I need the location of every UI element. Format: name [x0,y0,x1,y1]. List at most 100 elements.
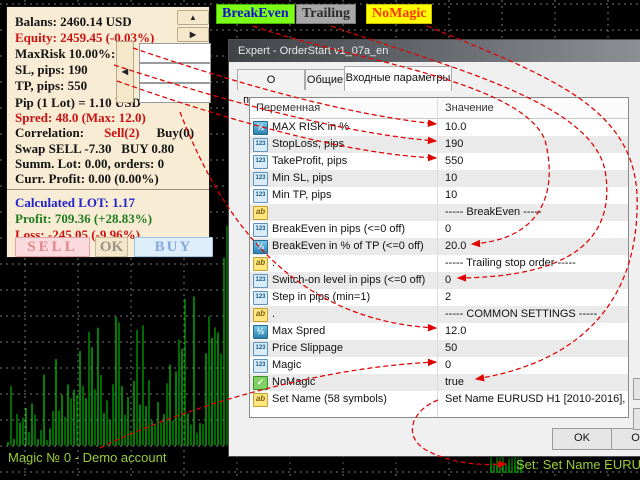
param-value[interactable]: 10 [445,187,457,204]
save-button[interactable] [633,408,640,430]
parameters-table: Переменная Значение ½ MAX RISK in % 10.0 12… [249,97,629,418]
param-row[interactable]: ab. ----- COMMON SETTINGS ----- [250,306,628,323]
param-row[interactable]: ab Set Name (58 symbols) Set Name EURUSD H… [250,391,628,408]
dialog-cancel-button[interactable]: Отмена [611,428,640,450]
column-header-value[interactable]: Значение [445,98,494,118]
param-value[interactable]: ----- Trailing stop order ----- [445,255,576,272]
param-label: Step in pips (min=1) [272,291,371,303]
buy-button[interactable]: BUY [134,237,213,257]
param-row[interactable]: ab. ----- Trailing stop order ----- [250,255,628,272]
param-label: Set Name (58 symbols) [272,393,387,405]
param-row[interactable]: 123 Switch-on level in pips (<=0 off) 0 [250,272,628,289]
param-label: BreakEven in % of TP (<=0 off) [272,240,424,252]
param-label: BreakEven in pips (<=0 off) [272,223,406,235]
param-value[interactable]: 0 [445,221,451,238]
panel-next-button[interactable]: ▶ [177,27,209,42]
param-row[interactable]: 123 TakeProfit, pips 550 [250,153,628,170]
param-value[interactable]: 50 [445,340,457,357]
table-rows: ½ MAX RISK in % 10.0 123 StopLoss, pips 190 12… [250,119,628,408]
param-row[interactable]: 123 Magic 0 [250,357,628,374]
panel-up-button[interactable]: ▲ [177,10,209,25]
column-divider [437,98,438,417]
panel-ok-button[interactable]: OK [95,237,128,257]
param-value[interactable]: true [445,374,464,391]
numeric-icon: 123 [253,155,268,169]
param-label: Max Spred [272,325,326,337]
param-label: Switch-on level in pips (<=0 off) [272,274,426,286]
half-icon: ½ [253,325,268,339]
dialog-titlebar[interactable]: Expert - OrderStart v1_07a_en [229,40,640,62]
param-row[interactable]: 123 Step in pips (min=1) 2 [250,289,628,306]
param-value[interactable]: 550 [445,153,463,170]
param-label: . [272,308,276,320]
correlation-buy: Buy(0) [156,125,195,140]
expert-properties-dialog: Expert - OrderStart v1_07a_en О программ… [228,39,640,457]
tab-common[interactable]: Общие [305,69,345,90]
param-value[interactable]: 0 [445,357,451,374]
param-label: Magic [272,359,302,371]
right-arrow-icon: ▶ [189,30,197,39]
param-value[interactable]: 12.0 [445,323,466,340]
param-row[interactable]: 123 Min TP, pips 10 [250,187,628,204]
sl-input[interactable] [139,63,211,83]
sl-text: SL, pips: 190 [15,62,88,77]
numeric-icon: 123 [253,223,268,237]
param-row[interactable]: 123 StopLoss, pips 190 [250,136,628,153]
param-row[interactable]: 123 Min SL, pips 10 [250,170,628,187]
half-icon: ½ [253,240,268,254]
ab-icon: ab [253,206,268,220]
breakeven-chip[interactable]: BreakEven [216,4,295,24]
dialog-ok-button[interactable]: OK [552,428,612,450]
maxrisk-text: MaxRisk 10.00%: [15,46,116,61]
numeric-icon: 123 [253,274,268,288]
param-row[interactable]: ½ BreakEven in % of TP (<=0 off) 20.0 [250,238,628,255]
param-label: StopLoss, pips [272,138,345,150]
terminal-screen: Balans: 2460.14 USD Equity: 2459.45 (-0.… [0,0,640,480]
trailing-chip[interactable]: Trailing [296,4,356,24]
bool-icon: ✓ [253,376,268,390]
numeric-icon: 123 [253,359,268,373]
param-value[interactable]: ----- BreakEven ----- [445,204,542,221]
correlation-sell: Sell(2) [104,125,140,140]
param-label: NoMagic [272,376,316,388]
param-value[interactable]: ----- COMMON SETTINGS ----- [445,306,597,323]
param-value[interactable]: 10 [445,170,457,187]
param-value[interactable]: 190 [445,136,463,153]
nomagic-chip[interactable]: NoMagic [366,4,433,24]
param-value[interactable]: Set Name EURUSD H1 [2010-2016], etc... [445,391,628,408]
table-header[interactable]: Переменная Значение [250,98,628,119]
param-value[interactable]: 10.0 [445,119,466,136]
param-row[interactable]: ✓ NoMagic true [250,374,628,391]
panel-divider [7,189,209,190]
ab-icon: ab [253,393,268,407]
param-label: MAX RISK in % [272,121,350,133]
spread-text: Spred: 48.0 (Max: 12.0) [15,110,146,125]
param-label: Min TP, pips [272,189,332,201]
tp-input[interactable] [139,83,211,103]
load-button[interactable] [633,378,640,400]
param-value[interactable]: 20.0 [445,238,466,255]
maxrisk-input[interactable] [139,43,211,63]
param-value[interactable]: 0 [445,272,451,289]
sell-button[interactable]: SELL [15,237,90,257]
param-row[interactable]: 123 BreakEven in pips (<=0 off) 0 [250,221,628,238]
param-row[interactable]: ab ----- BreakEven ----- [250,204,628,221]
tab-inputs[interactable]: Входные параметры [344,66,452,91]
swap-text: Swap SELL -7.30 BUY 0.80 [15,141,175,156]
half-icon: ½ [253,121,268,135]
summ-lot-text: Summ. Lot: 0.00, orders: 0 [15,156,165,171]
param-value[interactable]: 2 [445,289,451,306]
dialog-title: Expert - OrderStart v1_07a_en [238,45,389,57]
ea-info-panel: Balans: 2460.14 USD Equity: 2459.45 (-0.… [6,6,213,258]
column-header-variable[interactable]: Переменная [256,98,320,118]
tp-text: TP, pips: 550 [15,78,88,93]
up-arrow-icon: ▲ [189,13,197,22]
panel-prev-button[interactable]: ◀ [116,41,134,103]
param-row[interactable]: ½ Max Spred 12.0 [250,323,628,340]
param-row[interactable]: ½ MAX RISK in % 10.0 [250,119,628,136]
numeric-icon: 123 [253,342,268,356]
tab-about[interactable]: О программе [237,69,305,106]
numeric-icon: 123 [253,189,268,203]
magic-status-text: Magic № 0 - Demo account [8,450,167,465]
param-row[interactable]: 123 Price Slippage 50 [250,340,628,357]
